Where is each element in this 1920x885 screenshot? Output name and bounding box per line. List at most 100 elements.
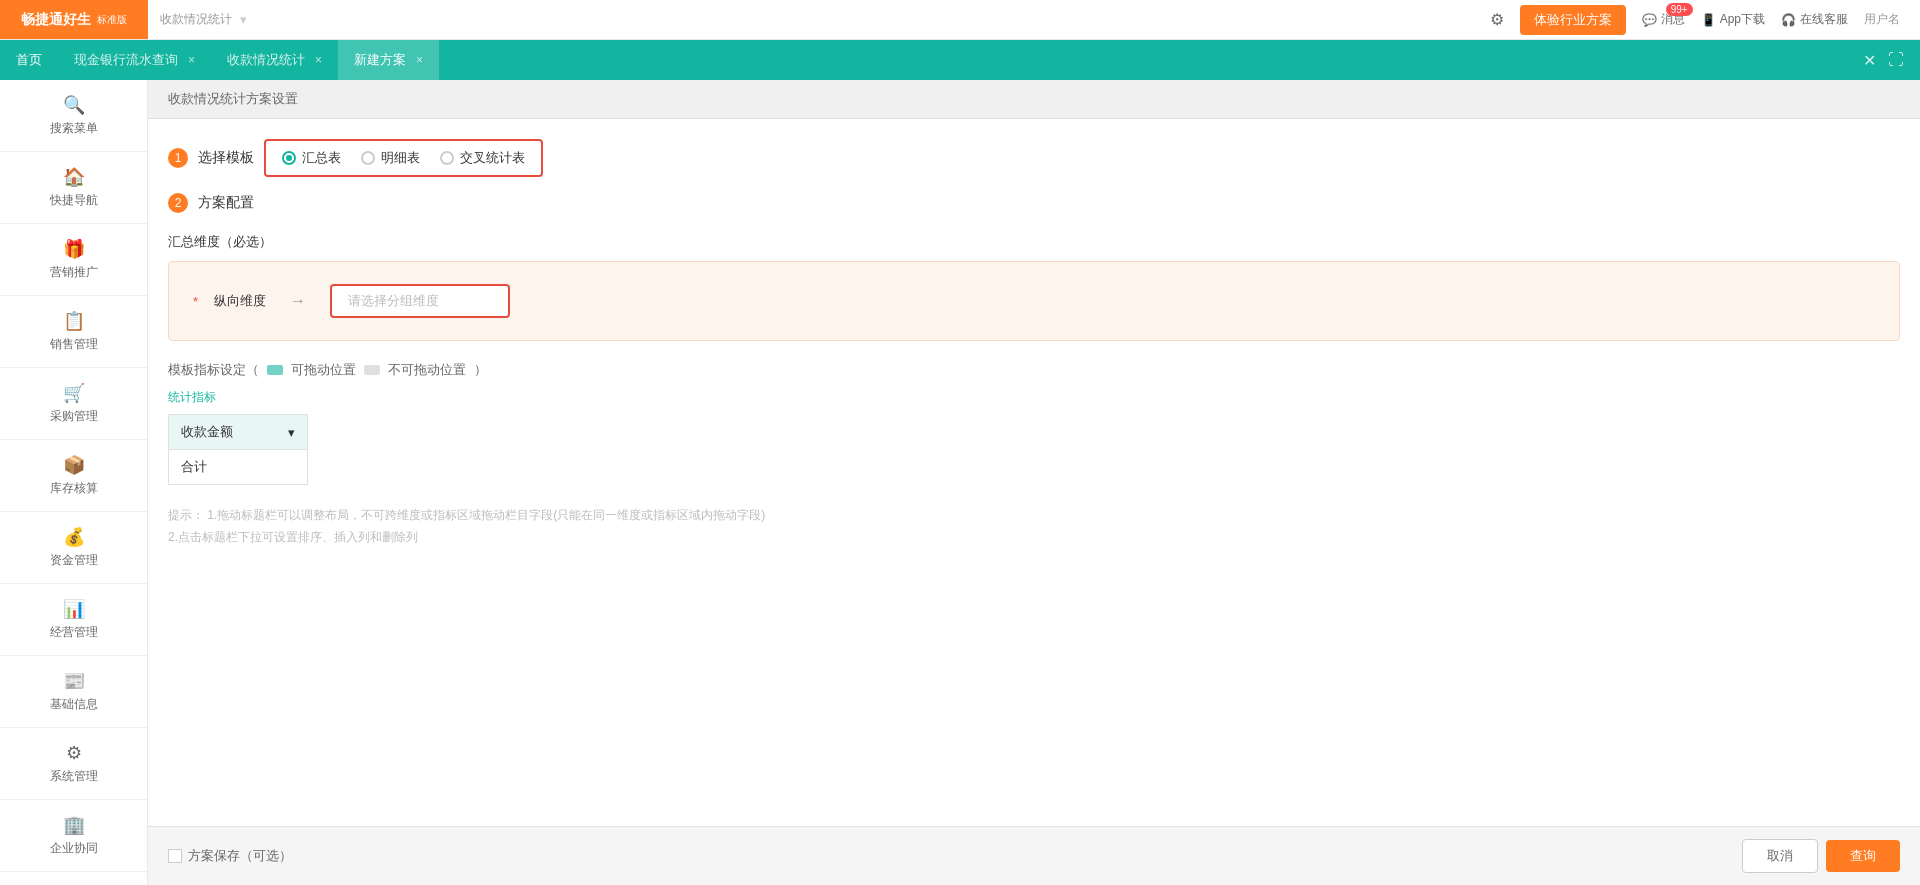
sidebar-item-enterprise[interactable]: 🏢 企业协同 — [0, 800, 147, 872]
management-icon: 📊 — [63, 598, 85, 620]
section2-num: 2 — [168, 193, 188, 213]
industry-button[interactable]: 体验行业方案 — [1520, 5, 1626, 35]
sidebar-label-marketing: 营销推广 — [50, 264, 98, 281]
save-checkbox[interactable] — [168, 849, 182, 863]
radio-summary-dot — [282, 151, 296, 165]
download-icon: 📱 — [1701, 13, 1716, 27]
tab-new-plan-label: 新建方案 — [354, 51, 406, 69]
sidebar-item-purchase[interactable]: 🛒 采购管理 — [0, 368, 147, 440]
window-maximize-icon[interactable]: ⛶ — [1888, 51, 1904, 69]
radio-detail-label: 明细表 — [381, 149, 420, 167]
sidebar-item-search[interactable]: 🔍 搜索菜单 — [0, 80, 147, 152]
sidebar-label-enterprise: 企业协同 — [50, 840, 98, 857]
sidebar-item-base-info[interactable]: 📰 基础信息 — [0, 656, 147, 728]
finance-icon: 💰 — [63, 526, 85, 548]
tips-area: 提示： 1.拖动标题栏可以调整布局，不可跨维度或指标区域拖动栏目字段(只能在同一… — [168, 505, 1900, 548]
sidebar-label-finance: 资金管理 — [50, 552, 98, 569]
tab-home[interactable]: 首页 — [0, 40, 58, 80]
sidebar: 🔍 搜索菜单 🏠 快捷导航 🎁 营销推广 📋 销售管理 🛒 采购管理 📦 库存核… — [0, 80, 148, 885]
page-content: 1 选择模板 汇总表 明细表 交叉统计表 — [148, 119, 1920, 826]
dimension-required: * — [193, 294, 198, 309]
logo-area: 畅捷通好生 标准版 — [0, 0, 148, 39]
metrics-table-wrapper: 统计指标 收款金额 ▾ 合计 — [168, 389, 308, 485]
dimension-label-text: 纵向维度 — [214, 292, 266, 310]
window-close-icon[interactable]: ✕ — [1863, 51, 1876, 70]
radio-cross[interactable]: 交叉统计表 — [440, 149, 525, 167]
radio-detail-dot — [361, 151, 375, 165]
system-icon: ⚙ — [66, 742, 82, 764]
cancel-button[interactable]: 取消 — [1742, 839, 1818, 873]
sidebar-item-inventory[interactable]: 📦 库存核算 — [0, 440, 147, 512]
metrics-header: 模板指标设定（ 可拖动位置 不可拖动位置 ） — [168, 361, 1900, 379]
save-checkbox-label: 方案保存（可选） — [188, 847, 292, 865]
logo-text: 畅捷通好生 — [21, 11, 91, 29]
inventory-icon: 📦 — [63, 454, 85, 476]
breadcrumb-area: 收款情况统计 ▾ — [148, 11, 1490, 28]
page-header-text: 收款情况统计方案设置 — [168, 91, 298, 106]
sidebar-item-system[interactable]: ⚙ 系统管理 — [0, 728, 147, 800]
tip-2: 2.点击标题栏下拉可设置排序、插入列和删除列 — [168, 527, 1900, 549]
metric-col-label: 收款金额 — [181, 423, 233, 441]
sidebar-item-marketing[interactable]: 🎁 营销推广 — [0, 224, 147, 296]
tab-cash-flow-close[interactable]: × — [188, 53, 195, 67]
dimension-title: 汇总维度（必选） — [168, 233, 1900, 251]
tab-home-label: 首页 — [16, 51, 42, 69]
gift-icon: 🎁 — [63, 238, 85, 260]
metrics-section: 模板指标设定（ 可拖动位置 不可拖动位置 ） 统计指标 收款金额 ▾ — [168, 361, 1900, 485]
query-button[interactable]: 查询 — [1826, 840, 1900, 872]
sidebar-label-nav: 快捷导航 — [50, 192, 98, 209]
download-label: App下载 — [1720, 11, 1765, 28]
sidebar-item-nav[interactable]: 🏠 快捷导航 — [0, 152, 147, 224]
tab-new-plan[interactable]: 新建方案 × — [338, 40, 439, 80]
page-header: 收款情况统计方案设置 — [148, 80, 1920, 119]
sidebar-item-sales[interactable]: 📋 销售管理 — [0, 296, 147, 368]
breadcrumb-text: 收款情况统计 — [160, 11, 232, 28]
enterprise-icon: 🏢 — [63, 814, 85, 836]
main-layout: 🔍 搜索菜单 🏠 快捷导航 🎁 营销推广 📋 销售管理 🛒 采购管理 📦 库存核… — [0, 80, 1920, 885]
metrics-drag-label: 可拖动位置 — [291, 361, 356, 379]
template-radio-group: 汇总表 明细表 交叉统计表 — [264, 139, 543, 177]
stats-label: 统计指标 — [168, 389, 308, 406]
dimension-placeholder: 请选择分组维度 — [348, 293, 439, 308]
dimension-area: * 纵向维度 → 请选择分组维度 — [168, 261, 1900, 341]
radio-detail[interactable]: 明细表 — [361, 149, 420, 167]
message-item[interactable]: 💬 消息 99+ — [1642, 11, 1685, 28]
metrics-title-text: 模板指标设定（ — [168, 361, 259, 379]
metric-col-dropdown[interactable]: ▾ — [288, 425, 295, 440]
service-icon: 🎧 — [1781, 13, 1796, 27]
sidebar-item-management[interactable]: 📊 经营管理 — [0, 584, 147, 656]
content-area: 收款情况统计方案设置 1 选择模板 汇总表 明细表 — [148, 80, 1920, 885]
message-icon: 💬 — [1642, 13, 1657, 27]
radio-summary[interactable]: 汇总表 — [282, 149, 341, 167]
metrics-table: 收款金额 ▾ 合计 — [168, 414, 308, 485]
tab-collection[interactable]: 收款情况统计 × — [211, 40, 338, 80]
sidebar-label-base-info: 基础信息 — [50, 696, 98, 713]
metrics-area: 统计指标 收款金额 ▾ 合计 — [168, 389, 1900, 485]
dimension-select[interactable]: 请选择分组维度 — [330, 284, 510, 318]
dimension-arrow: → — [290, 292, 306, 310]
user-name: 用户名 — [1864, 11, 1900, 28]
sidebar-label-inventory: 库存核算 — [50, 480, 98, 497]
footer-checkbox-area: 方案保存（可选） — [168, 847, 292, 865]
home-icon: 🏠 — [63, 166, 85, 188]
metrics-nodrag-label: 不可拖动位置 — [388, 361, 466, 379]
sidebar-item-finance[interactable]: 💰 资金管理 — [0, 512, 147, 584]
service-label: 在线客服 — [1800, 11, 1848, 28]
tab-collection-close[interactable]: × — [315, 53, 322, 67]
tab-collection-label: 收款情况统计 — [227, 51, 305, 69]
sidebar-label-management: 经营管理 — [50, 624, 98, 641]
drag-indicator — [267, 365, 283, 375]
sidebar-label-sales: 销售管理 — [50, 336, 98, 353]
sidebar-label-system: 系统管理 — [50, 768, 98, 785]
download-item[interactable]: 📱 App下载 — [1701, 11, 1765, 28]
metrics-table-header[interactable]: 收款金额 ▾ — [169, 415, 307, 450]
gear-icon[interactable]: ⚙ — [1490, 10, 1504, 29]
dimension-config: 汇总维度（必选） * 纵向维度 → 请选择分组维度 — [168, 233, 1900, 341]
base-info-icon: 📰 — [63, 670, 85, 692]
tab-cash-flow[interactable]: 现金银行流水查询 × — [58, 40, 211, 80]
top-bar: 畅捷通好生 标准版 收款情况统计 ▾ ⚙ 体验行业方案 💬 消息 99+ 📱 A… — [0, 0, 1920, 40]
service-item[interactable]: 🎧 在线客服 — [1781, 11, 1848, 28]
footer: 方案保存（可选） 取消 查询 — [148, 826, 1920, 885]
tab-new-plan-close[interactable]: × — [416, 53, 423, 67]
sidebar-item-guide[interactable]: 📖 新手引导 — [0, 872, 147, 885]
